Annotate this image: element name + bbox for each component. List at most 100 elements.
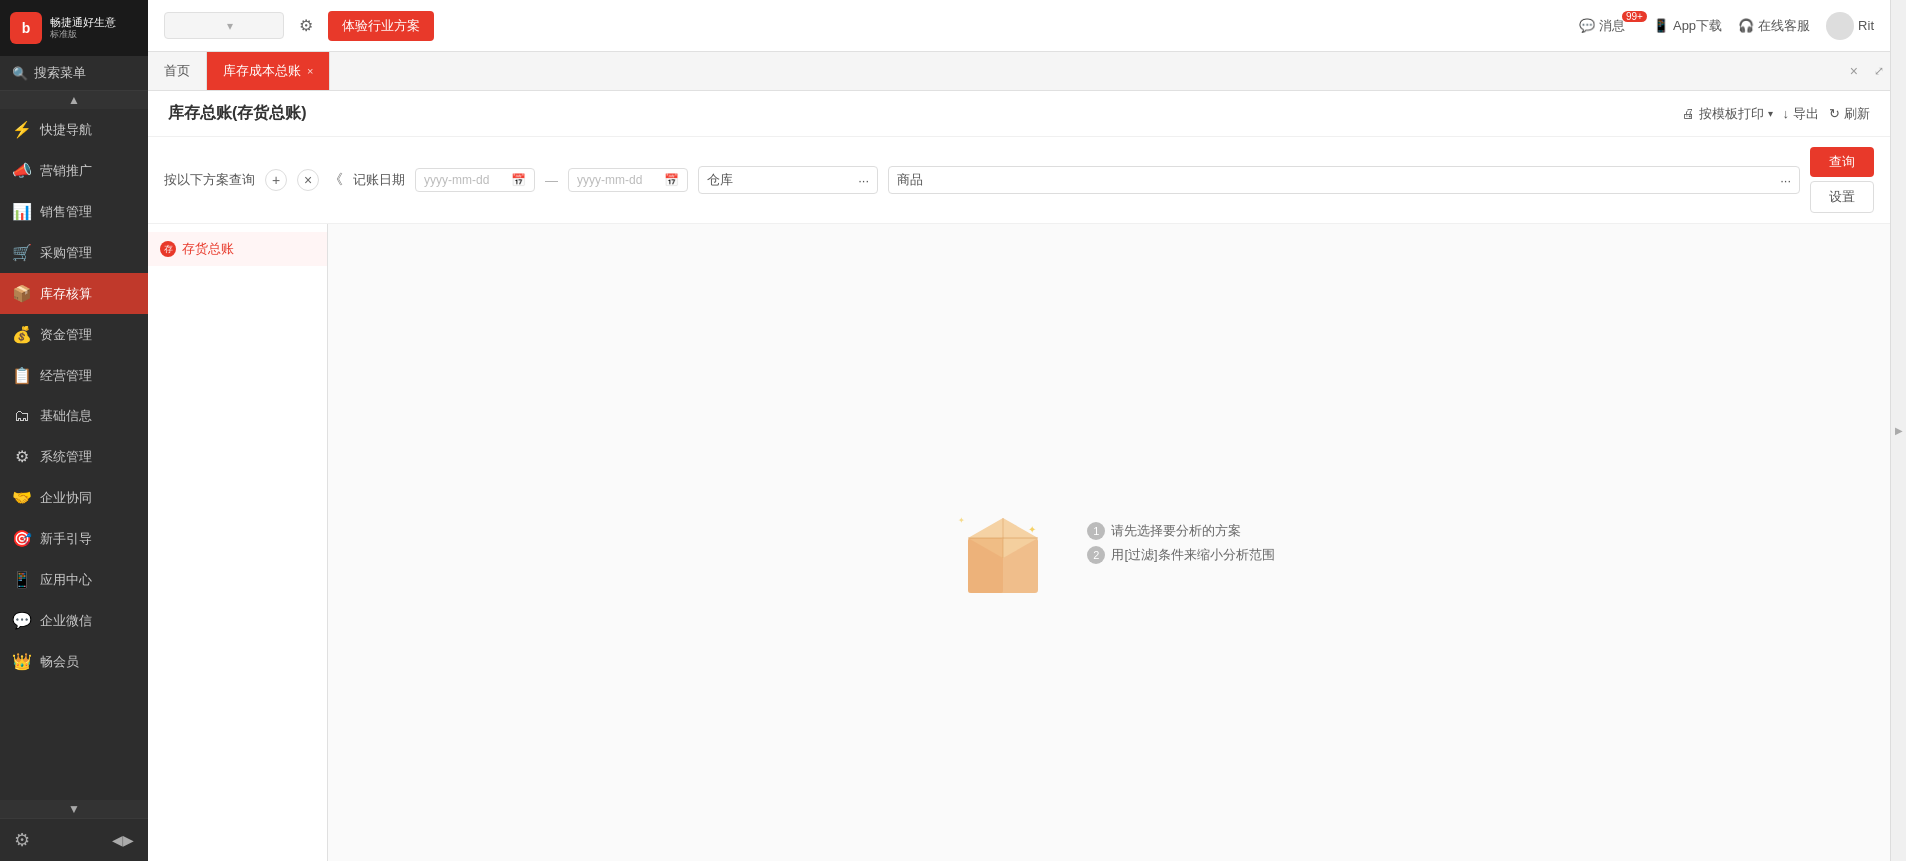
- product-filter[interactable]: 商品 ···: [888, 166, 1800, 194]
- breadcrumb[interactable]: ▾: [164, 12, 284, 39]
- calendar-start-icon[interactable]: 📅: [511, 173, 526, 187]
- topbar-left: ▾ ⚙ 体验行业方案: [164, 11, 1569, 41]
- right-panel-toggle[interactable]: ▶: [1890, 0, 1906, 861]
- sidebar-item-wechat[interactable]: 💬 企业微信: [0, 600, 148, 641]
- calendar-end-icon[interactable]: 📅: [664, 173, 679, 187]
- topbar-right: 💬 消息 99+ 📱 App下载 🎧 在线客服 Rit: [1579, 12, 1874, 40]
- sidebar-item-basic-info[interactable]: 🗂 基础信息: [0, 396, 148, 436]
- tab-close-icon[interactable]: ×: [307, 65, 313, 77]
- guide-icon: 🎯: [12, 529, 32, 548]
- main-content: ▾ ⚙ 体验行业方案 💬 消息 99+ 📱 App下载 🎧 在线客服 Rit: [148, 0, 1890, 861]
- filter-clear-button[interactable]: ×: [297, 169, 319, 191]
- scroll-up-button[interactable]: ▲: [68, 93, 80, 107]
- print-icon: 🖨: [1682, 106, 1695, 121]
- refresh-icon: ↻: [1829, 106, 1840, 121]
- filter-label: 按以下方案查询: [164, 171, 255, 189]
- sales-icon: 📊: [12, 202, 32, 221]
- page-title: 库存总账(存货总账): [168, 103, 307, 124]
- sidebar-item-app-center[interactable]: 📱 应用中心: [0, 559, 148, 600]
- svg-text:✦: ✦: [958, 516, 965, 525]
- sidebar-item-cooperation[interactable]: 🤝 企业协同: [0, 477, 148, 518]
- warehouse-filter[interactable]: 仓库 ···: [698, 166, 878, 194]
- export-icon: ↓: [1783, 106, 1790, 121]
- app-center-icon: 📱: [12, 570, 32, 589]
- settings-footer-icon[interactable]: ⚙: [14, 829, 30, 851]
- tab-home-label: 首页: [164, 62, 190, 80]
- tab-home[interactable]: 首页: [148, 52, 207, 90]
- app-download-button[interactable]: 📱 App下载: [1653, 17, 1722, 35]
- scheme-item-inventory-ledger[interactable]: 存 存货总账: [148, 232, 327, 266]
- page-header: 库存总账(存货总账) 🖨 按模板打印 ▾ ↓ 导出 ↻ 刷新: [148, 91, 1890, 137]
- message-icon: 💬: [1579, 18, 1595, 33]
- filter-bar: 按以下方案查询 + × 《 记账日期 yyyy-mm-dd 📅 — yyyy-m…: [148, 137, 1890, 224]
- sidebar-item-inventory[interactable]: 📦 库存核算: [0, 273, 148, 314]
- member-icon: 👑: [12, 652, 32, 671]
- cooperation-icon: 🤝: [12, 488, 32, 507]
- print-chevron-icon: ▾: [1768, 108, 1773, 119]
- system-icon: ⚙: [12, 447, 32, 466]
- sidebar-item-purchase[interactable]: 🛒 采购管理: [0, 232, 148, 273]
- svg-rect-2: [968, 538, 1003, 593]
- query-button[interactable]: 查询: [1810, 147, 1874, 177]
- date-start-text: yyyy-mm-dd: [424, 173, 489, 187]
- sidebar-footer: ⚙ ◀▶: [0, 818, 148, 861]
- warehouse-more-icon[interactable]: ···: [858, 173, 869, 188]
- scroll-down-button[interactable]: ▼: [68, 802, 80, 816]
- user-name: Rit: [1858, 18, 1874, 33]
- empty-svg-illustration: ✦ ✦: [943, 483, 1063, 603]
- sidebar-item-finance[interactable]: 💰 资金管理: [0, 314, 148, 355]
- chevron-down-icon: ▾: [227, 19, 233, 33]
- sidebar-nav: ⚡ 快捷导航 📣 营销推广 📊 销售管理 🛒 采购管理 📦 库存核算 💰 资金管…: [0, 109, 148, 800]
- search-icon: 🔍: [12, 66, 28, 81]
- filter-add-button[interactable]: +: [265, 169, 287, 191]
- page-actions: 🖨 按模板打印 ▾ ↓ 导出 ↻ 刷新: [1682, 105, 1871, 123]
- filter-collapse-button[interactable]: 《: [329, 171, 343, 189]
- collapse-footer-icon[interactable]: ◀▶: [112, 832, 134, 848]
- content-area: 存 存货总账: [148, 224, 1890, 861]
- breadcrumb-text: [175, 17, 223, 34]
- operations-icon: 📋: [12, 366, 32, 385]
- message-button[interactable]: 💬 消息 99+: [1579, 17, 1637, 35]
- inventory-icon: 📦: [12, 284, 32, 303]
- hint1-text: 请先选择要分析的方案: [1111, 522, 1241, 540]
- tab-bar: 首页 库存成本总账 × × ⤢: [148, 52, 1890, 91]
- print-template-button[interactable]: 🖨 按模板打印 ▾: [1682, 105, 1773, 123]
- date-start-input[interactable]: yyyy-mm-dd 📅: [415, 168, 535, 192]
- industry-button[interactable]: 体验行业方案: [328, 11, 434, 41]
- product-more-icon[interactable]: ···: [1780, 173, 1791, 188]
- message-badge: 99+: [1622, 11, 1647, 22]
- empty-state: ✦ ✦ 1 请先选择要分析的方案 2 用[过滤]条件来缩小分析范围: [328, 224, 1890, 861]
- refresh-button[interactable]: ↻ 刷新: [1829, 105, 1870, 123]
- sidebar-item-guide[interactable]: 🎯 新手引导: [0, 518, 148, 559]
- user-menu[interactable]: Rit: [1826, 12, 1874, 40]
- gear-button[interactable]: ⚙: [292, 12, 320, 40]
- empty-illustration: ✦ ✦: [943, 483, 1063, 603]
- sidebar-item-member[interactable]: 👑 畅会员: [0, 641, 148, 682]
- basic-info-icon: 🗂: [12, 407, 32, 425]
- right-toggle-icon: ▶: [1895, 425, 1903, 436]
- user-avatar: [1826, 12, 1854, 40]
- sidebar: b 畅捷通好生意 标准版 🔍 搜索菜单 ▲ ⚡ 快捷导航 📣 营销推广 📊 销售…: [0, 0, 148, 861]
- marketing-icon: 📣: [12, 161, 32, 180]
- svg-text:✦: ✦: [1028, 524, 1036, 535]
- step2-badge: 2: [1087, 546, 1105, 564]
- date-end-input[interactable]: yyyy-mm-dd 📅: [568, 168, 688, 192]
- export-button[interactable]: ↓ 导出: [1783, 105, 1820, 123]
- scheme-panel: 存 存货总账: [148, 224, 328, 861]
- tab-panel-close-icon[interactable]: ×: [1840, 63, 1868, 79]
- sidebar-item-system[interactable]: ⚙ 系统管理: [0, 436, 148, 477]
- search-menu-item[interactable]: 🔍 搜索菜单: [0, 56, 148, 91]
- online-service-label: 在线客服: [1758, 17, 1810, 35]
- sidebar-item-marketing[interactable]: 📣 营销推广: [0, 150, 148, 191]
- online-service-button[interactable]: 🎧 在线客服: [1738, 17, 1810, 35]
- settings-button[interactable]: 设置: [1810, 181, 1874, 213]
- headset-icon: 🎧: [1738, 18, 1754, 33]
- sidebar-item-sales[interactable]: 📊 销售管理: [0, 191, 148, 232]
- warehouse-label: 仓库: [707, 171, 733, 189]
- tab-panel-expand-icon[interactable]: ⤢: [1868, 64, 1890, 78]
- app-download-label: App下载: [1673, 17, 1722, 35]
- logo-text: 畅捷通好生意 标准版: [50, 15, 116, 41]
- sidebar-item-operations[interactable]: 📋 经营管理: [0, 355, 148, 396]
- sidebar-item-quick-nav[interactable]: ⚡ 快捷导航: [0, 109, 148, 150]
- tab-inventory-cost[interactable]: 库存成本总账 ×: [207, 52, 330, 90]
